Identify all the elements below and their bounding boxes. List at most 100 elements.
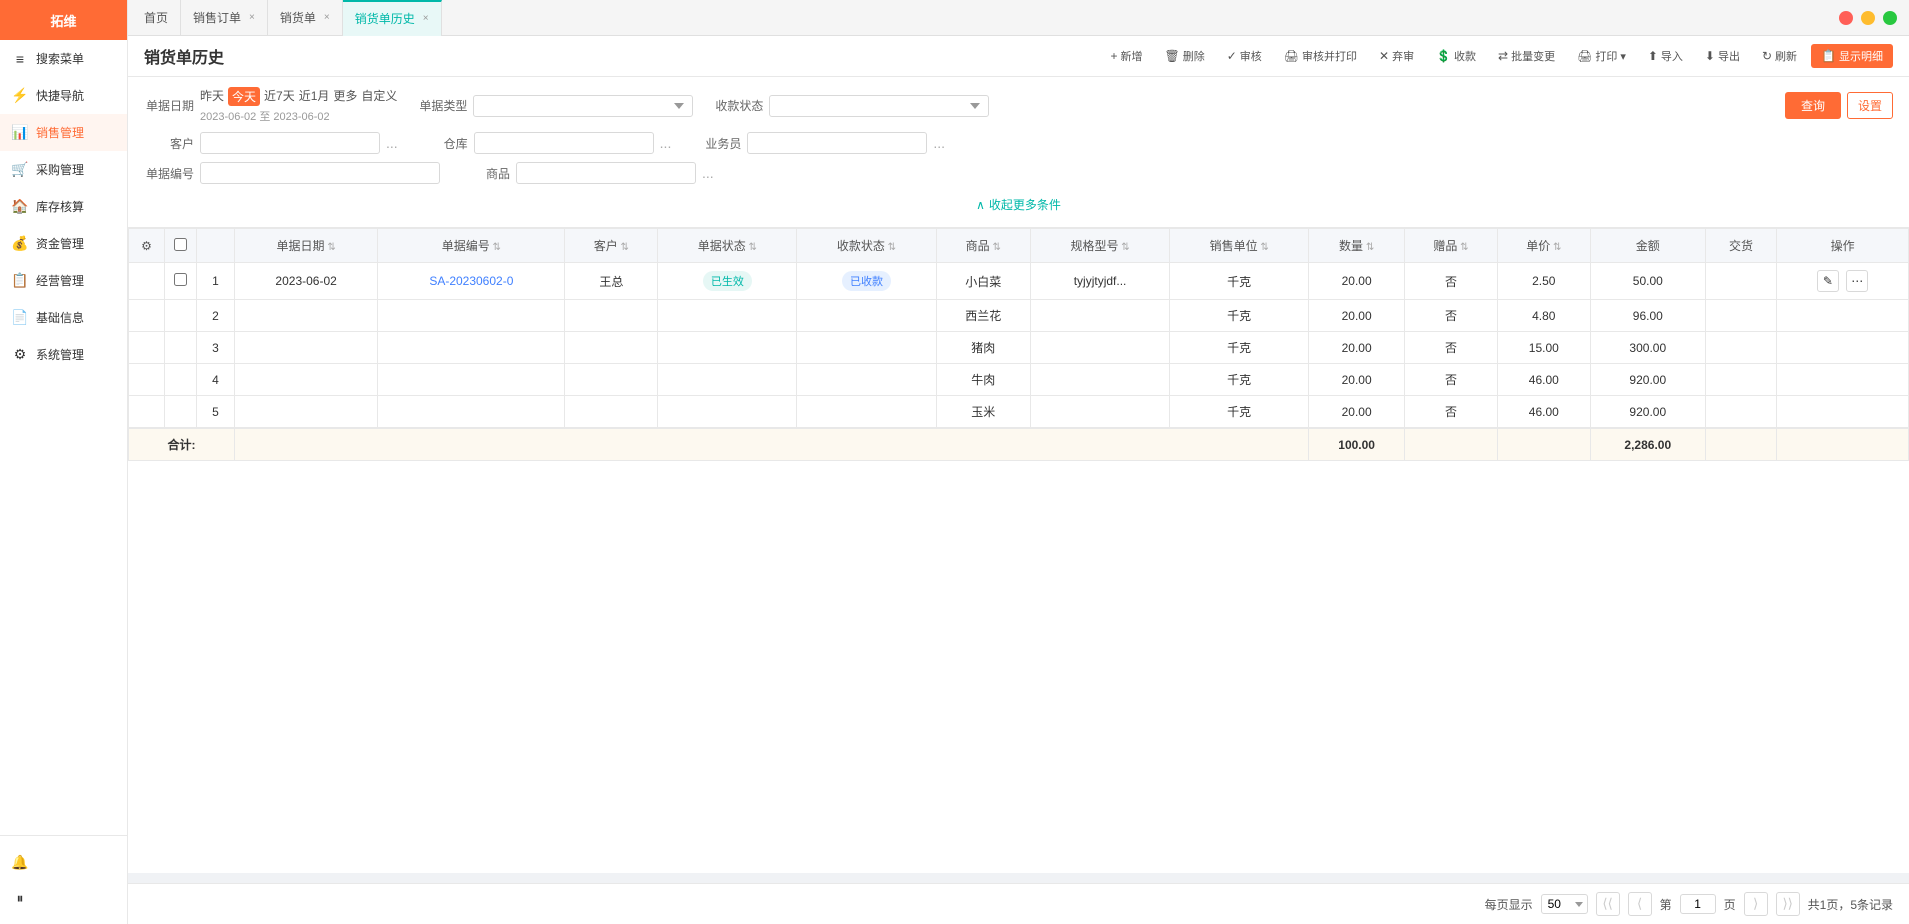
per-page-select[interactable]: 50 100 200 [1541,894,1588,914]
shortcut-last1month[interactable]: 近1月 [299,87,330,106]
batch-change-button[interactable]: ⇄ 批量变更 [1490,44,1563,68]
collect-button[interactable]: 💲 收款 [1428,44,1484,68]
col-payment-status[interactable]: 收款状态 [797,229,936,263]
goods-filter-group: 商品 ... [460,162,714,184]
sidebar-pause[interactable]: ⏸ [0,880,127,916]
sidebar-item-sys-mgmt[interactable]: ⚙ 系统管理 [0,336,127,373]
sidebar-item-purchase-mgmt[interactable]: 🛒 采购管理 [0,151,127,188]
tab-sales-order-close[interactable]: × [249,12,255,23]
first-page-btn[interactable]: ⟨⟨ [1596,892,1620,916]
col-unit[interactable]: 销售单位 [1170,229,1309,263]
tab-sales-goods[interactable]: 销货单 × [268,0,343,36]
abandon-button[interactable]: ✕ 弃审 [1371,44,1422,68]
shortcut-more[interactable]: 更多 [333,87,357,106]
select-all-checkbox[interactable] [174,238,187,251]
data-table: ⚙ 单据日期 单据编号 客户 单据状态 收款状态 商品 规格型号 销售单位 数量… [128,228,1909,461]
table-row: 3 猪肉 千克 20.00 否 15.00 300.00 [129,332,1909,364]
import-button[interactable]: ⬆ 导入 [1640,44,1691,68]
col-doc-status[interactable]: 单据状态 [658,229,797,263]
summary-label: 合计: [129,428,235,461]
tab-sales-goods-close[interactable]: × [324,12,330,23]
notification-icon: 🔔 [12,854,28,870]
goods-dots[interactable]: ... [702,165,714,181]
row-doc-no: SA-20230602-0 [378,263,565,300]
salesperson-input[interactable] [747,132,927,154]
new-button[interactable]: + 新增 [1102,44,1150,68]
shortcut-custom[interactable]: 自定义 [361,87,397,106]
row-actions [1777,332,1909,364]
doc-type-select[interactable] [473,95,693,117]
row-goods: 小白菜 [936,263,1030,300]
next-page-btn[interactable]: ⟩ [1744,892,1768,916]
sidebar-item-search-menu[interactable]: ≡ 搜索菜单 [0,40,127,77]
tab-sales-history-close[interactable]: × [423,13,429,24]
row-doc-date: 2023-06-02 [234,263,377,300]
col-goods[interactable]: 商品 [936,229,1030,263]
sidebar-item-sales-mgmt[interactable]: 📊 销售管理 [0,114,127,151]
col-customer[interactable]: 客户 [565,229,658,263]
col-doc-no[interactable]: 单据编号 [378,229,565,263]
customer-dots[interactable]: ... [386,135,398,151]
row-checkbox[interactable] [174,273,187,286]
audit-button[interactable]: ✓ 审核 [1219,44,1270,68]
col-gear[interactable]: ⚙ [129,229,165,263]
col-unit-price[interactable]: 单价 [1497,229,1590,263]
sidebar-item-label: 搜索菜单 [36,50,84,67]
date-shortcuts: 昨天 今天 近7天 近1月 更多 自定义 2023-06-02 至 2023-0… [200,87,397,124]
tab-sales-history[interactable]: 销货单历史 × [343,0,442,36]
doc-no-input[interactable] [200,162,440,184]
row-unit: 千克 [1170,300,1309,332]
goods-input[interactable] [516,162,696,184]
shortcut-today[interactable]: 今天 [228,87,260,106]
more-action-btn[interactable]: ⋯ [1846,270,1868,292]
sidebar-item-operations[interactable]: 📋 经营管理 [0,262,127,299]
warehouse-dots[interactable]: ... [660,135,672,151]
row-payment-status [797,396,936,429]
edit-action-btn[interactable]: ✎ [1817,270,1839,292]
salesperson-dots[interactable]: ... [933,135,945,151]
sidebar-item-quick-nav[interactable]: ⚡ 快捷导航 [0,77,127,114]
export-button[interactable]: ⬇ 导出 [1697,44,1748,68]
tab-home[interactable]: 首页 [132,0,181,36]
warehouse-input[interactable] [474,132,654,154]
sidebar-item-inventory[interactable]: 🏠 库存核算 [0,188,127,225]
row-doc-status: 已生效 [658,263,797,300]
row-unit-price: 46.00 [1497,364,1590,396]
window-max-btn[interactable] [1883,11,1897,25]
row-amount: 300.00 [1590,332,1705,364]
settings-button[interactable]: 设置 [1847,92,1893,119]
last-page-btn[interactable]: ⟩⟩ [1776,892,1800,916]
sidebar-notification[interactable]: 🔔 [0,844,127,880]
window-close-btn[interactable] [1839,11,1853,25]
print-button[interactable]: 🖨 打印 ▾ [1569,44,1634,68]
audit-print-button[interactable]: 🖨 审核并打印 [1276,44,1365,68]
col-doc-date[interactable]: 单据日期 [234,229,377,263]
row-doc-no [378,396,565,429]
prev-page-btn[interactable]: ⟨ [1628,892,1652,916]
query-button[interactable]: 查询 [1785,92,1841,119]
sidebar-item-basic-info[interactable]: 📄 基础信息 [0,299,127,336]
col-gift[interactable]: 赠品 [1405,229,1498,263]
row-no: 4 [197,364,235,396]
window-min-btn[interactable] [1861,11,1875,25]
payment-status-select[interactable] [769,95,989,117]
customer-input[interactable] [200,132,380,154]
horizontal-scrollbar[interactable] [128,873,1909,883]
row-actions [1777,300,1909,332]
shortcut-last7days[interactable]: 近7天 [264,87,295,106]
sidebar-item-finance[interactable]: 💰 资金管理 [0,225,127,262]
row-transaction [1705,396,1776,429]
tab-bar: 首页 销售订单 × 销货单 × 销货单历史 × [128,0,1909,36]
finance-icon: 💰 [12,236,28,252]
tab-sales-order[interactable]: 销售订单 × [181,0,268,36]
collapse-button[interactable]: ∧ 收起更多条件 [144,192,1893,217]
col-quantity[interactable]: 数量 [1309,229,1405,263]
col-spec[interactable]: 规格型号 [1030,229,1169,263]
delete-button[interactable]: 🗑 删除 [1156,44,1212,68]
show-detail-button[interactable]: 📋 显示明细 [1811,44,1893,68]
refresh-button[interactable]: ↻ 刷新 [1754,44,1805,68]
col-amount: 金额 [1590,229,1705,263]
shortcut-yesterday[interactable]: 昨天 [200,87,224,106]
page-input[interactable] [1680,894,1716,914]
doc-no-link[interactable]: SA-20230602-0 [429,274,513,288]
